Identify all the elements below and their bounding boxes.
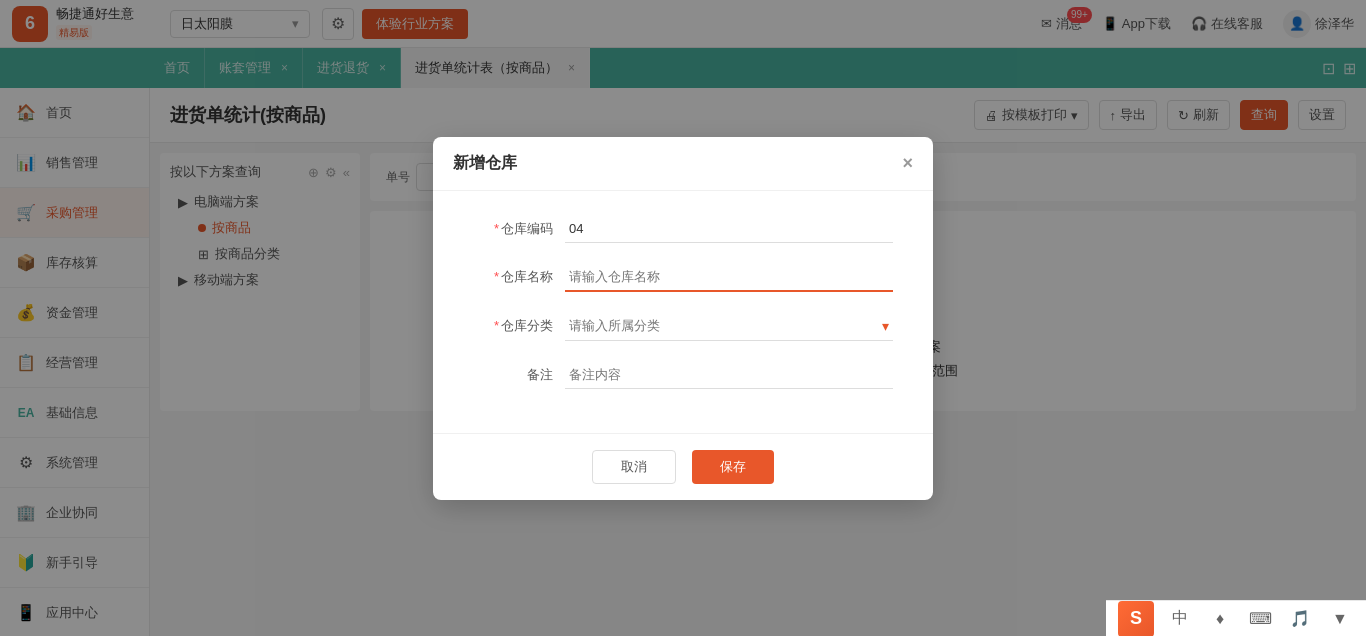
keyboard-icon[interactable]: ⌨ [1246, 605, 1274, 633]
modal-body: *仓库编码 *仓库名称 *仓库分类 ▾ [433, 191, 933, 433]
bottom-bar: S 中 ♦ ⌨ 🎵 ▼ [1106, 600, 1366, 636]
modal-overlay[interactable]: 新增仓库 × *仓库编码 *仓库名称 *仓库分类 [0, 0, 1366, 636]
warehouse-note-input[interactable] [565, 361, 893, 389]
warehouse-category-label: *仓库分类 [473, 317, 553, 335]
diamond-icon: ♦ [1206, 605, 1234, 633]
s-logo: S [1118, 601, 1154, 637]
warehouse-name-input[interactable] [565, 263, 893, 292]
warehouse-category-select[interactable]: ▾ [565, 312, 893, 341]
modal-footer: 取消 保存 [433, 433, 933, 500]
save-button[interactable]: 保存 [692, 450, 774, 484]
volume-icon[interactable]: 🎵 [1286, 605, 1314, 633]
warehouse-code-row: *仓库编码 [473, 215, 893, 243]
warehouse-code-input[interactable] [565, 215, 893, 243]
cancel-button[interactable]: 取消 [592, 450, 676, 484]
modal-close-button[interactable]: × [902, 154, 913, 172]
warehouse-category-row: *仓库分类 ▾ [473, 312, 893, 341]
add-warehouse-modal: 新增仓库 × *仓库编码 *仓库名称 *仓库分类 [433, 137, 933, 500]
expand-down-icon[interactable]: ▼ [1326, 605, 1354, 633]
warehouse-code-label: *仓库编码 [473, 220, 553, 238]
category-dropdown-icon: ▾ [882, 318, 889, 334]
warehouse-name-row: *仓库名称 [473, 263, 893, 292]
warehouse-note-row: 备注 [473, 361, 893, 389]
modal-title: 新增仓库 [453, 153, 517, 174]
warehouse-name-label: *仓库名称 [473, 268, 553, 286]
warehouse-note-label: 备注 [473, 366, 553, 384]
warehouse-category-input[interactable] [569, 318, 882, 333]
modal-header: 新增仓库 × [433, 137, 933, 191]
chinese-input-icon[interactable]: 中 [1166, 605, 1194, 633]
